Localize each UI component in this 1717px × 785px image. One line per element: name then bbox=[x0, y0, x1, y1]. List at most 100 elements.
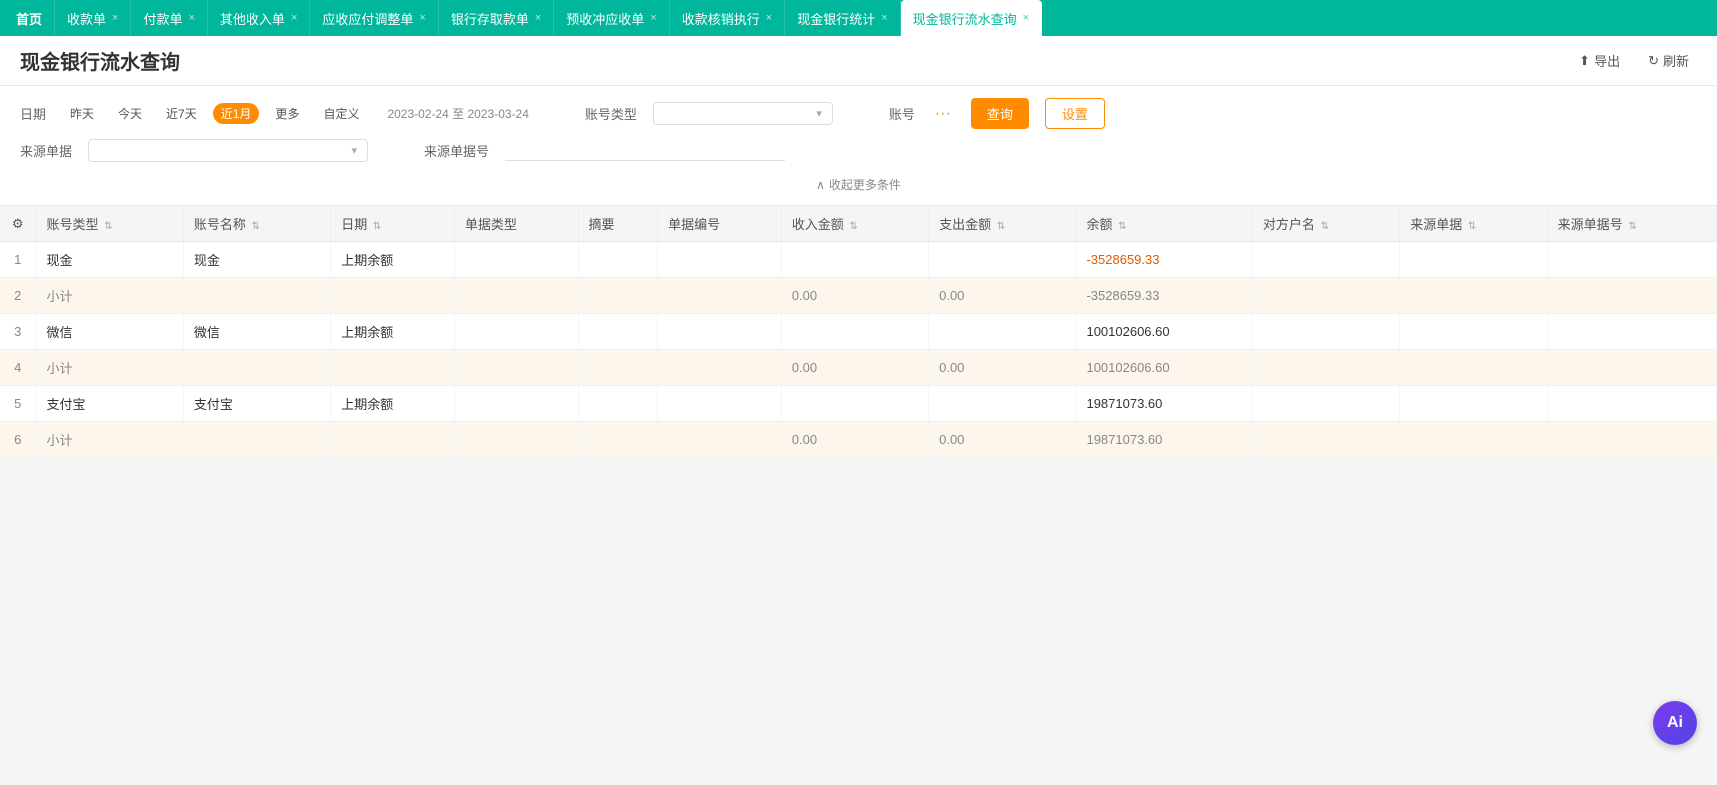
close-icon[interactable]: × bbox=[112, 12, 118, 24]
cell-source-doc-no bbox=[1547, 314, 1716, 350]
cell-account-name bbox=[183, 350, 330, 386]
row-num: 3 bbox=[0, 314, 36, 350]
ai-assistant-button[interactable]: Ai bbox=[1653, 701, 1697, 745]
nav-cash-stat[interactable]: 现金银行统计 × bbox=[785, 0, 900, 36]
date-custom[interactable]: 自定义 bbox=[315, 103, 367, 124]
nav-bank-deposit[interactable]: 银行存取款单 × bbox=[439, 0, 554, 36]
nav-payment[interactable]: 付款单 × bbox=[131, 0, 207, 36]
chevron-down-icon: ▾ bbox=[816, 107, 822, 120]
col-account-name[interactable]: 账号名称 ⇅ bbox=[183, 206, 330, 242]
cell-summary bbox=[578, 422, 658, 458]
cell-account-name: 现金 bbox=[183, 242, 330, 278]
nav-home[interactable]: 首页 bbox=[4, 0, 55, 36]
header-actions: ⬆ 导出 ↻ 刷新 bbox=[1571, 47, 1697, 74]
cell-expense: 0.00 bbox=[929, 422, 1076, 458]
cell-source-doc-no bbox=[1547, 350, 1716, 386]
date-7days[interactable]: 近7天 bbox=[158, 103, 205, 124]
cell-balance: -3528659.33 bbox=[1076, 278, 1252, 314]
date-1month[interactable]: 近1月 bbox=[213, 103, 260, 124]
cell-account-name: 微信 bbox=[183, 314, 330, 350]
source-doc-select[interactable]: ▾ bbox=[88, 139, 368, 162]
cell-counterpart bbox=[1252, 386, 1399, 422]
table-row: 2 小计 0.00 0.00 -3528659.33 bbox=[0, 278, 1717, 314]
close-icon[interactable]: × bbox=[881, 12, 887, 24]
cell-account-type: 支付宝 bbox=[36, 386, 183, 422]
cell-expense: 0.00 bbox=[929, 278, 1076, 314]
cell-expense bbox=[929, 314, 1076, 350]
cell-expense: 0.00 bbox=[929, 350, 1076, 386]
cell-expense bbox=[929, 386, 1076, 422]
nav-pre-receipt[interactable]: 预收冲应收单 × bbox=[554, 0, 669, 36]
cell-doc-no bbox=[658, 314, 782, 350]
account-type-select[interactable]: ▾ bbox=[653, 102, 833, 125]
nav-receipt[interactable]: 收款单 × bbox=[55, 0, 131, 36]
page-title: 现金银行流水查询 bbox=[20, 46, 180, 75]
cell-date bbox=[331, 350, 455, 386]
refresh-button[interactable]: ↻ 刷新 bbox=[1640, 47, 1697, 74]
export-button[interactable]: ⬆ 导出 bbox=[1571, 47, 1628, 74]
cell-source-doc bbox=[1400, 314, 1547, 350]
query-button[interactable]: 查询 bbox=[971, 98, 1029, 129]
cell-date: 上期余额 bbox=[331, 314, 455, 350]
cell-account-type: 小计 bbox=[36, 278, 183, 314]
col-doc-no: 单据编号 bbox=[658, 206, 782, 242]
cell-income bbox=[781, 242, 928, 278]
cell-source-doc bbox=[1400, 422, 1547, 458]
cell-doc-type bbox=[454, 386, 578, 422]
close-icon[interactable]: × bbox=[291, 12, 297, 24]
page-header: 现金银行流水查询 ⬆ 导出 ↻ 刷新 bbox=[0, 36, 1717, 86]
col-balance[interactable]: 余额 ⇅ bbox=[1076, 206, 1252, 242]
nav-cash-flow[interactable]: 现金银行流水查询 × bbox=[901, 0, 1042, 36]
cell-doc-type bbox=[454, 314, 578, 350]
close-icon[interactable]: × bbox=[766, 12, 772, 24]
source-doc-num-input[interactable] bbox=[505, 141, 785, 161]
cell-counterpart bbox=[1252, 422, 1399, 458]
date-yesterday[interactable]: 昨天 bbox=[62, 103, 102, 124]
cell-date bbox=[331, 278, 455, 314]
settings-button[interactable]: 设置 bbox=[1045, 98, 1105, 129]
cell-income: 0.00 bbox=[781, 278, 928, 314]
cell-income: 0.00 bbox=[781, 422, 928, 458]
cell-date bbox=[331, 422, 455, 458]
cell-account-name: 支付宝 bbox=[183, 386, 330, 422]
col-counterpart[interactable]: 对方户名 ⇅ bbox=[1252, 206, 1399, 242]
cell-source-doc bbox=[1400, 350, 1547, 386]
col-account-type[interactable]: 账号类型 ⇅ bbox=[36, 206, 183, 242]
close-icon[interactable]: × bbox=[1023, 12, 1029, 24]
cell-account-type: 小计 bbox=[36, 350, 183, 386]
col-source-doc[interactable]: 来源单据 ⇅ bbox=[1400, 206, 1547, 242]
close-icon[interactable]: × bbox=[535, 12, 541, 24]
collapse-bar[interactable]: ∧ 收起更多条件 bbox=[20, 172, 1697, 193]
cell-counterpart bbox=[1252, 242, 1399, 278]
col-income[interactable]: 收入金额 ⇅ bbox=[781, 206, 928, 242]
account-dots-button[interactable]: ··· bbox=[931, 105, 955, 123]
date-range: 2023-02-24 至 2023-03-24 bbox=[387, 105, 528, 122]
cell-counterpart bbox=[1252, 314, 1399, 350]
date-more[interactable]: 更多 bbox=[267, 103, 307, 124]
close-icon[interactable]: × bbox=[188, 12, 194, 24]
nav-ar-ap-adjust[interactable]: 应收应付调整单 × bbox=[310, 0, 438, 36]
filter-row-2: 来源单据 ▾ 来源单据号 bbox=[20, 139, 1697, 162]
source-doc-num-label: 来源单据号 bbox=[424, 141, 489, 160]
col-source-doc-no[interactable]: 来源单据号 ⇅ bbox=[1547, 206, 1716, 242]
col-expense[interactable]: 支出金额 ⇅ bbox=[929, 206, 1076, 242]
nav-receipt-verify[interactable]: 收款核销执行 × bbox=[670, 0, 785, 36]
cell-account-type: 微信 bbox=[36, 314, 183, 350]
cell-doc-no bbox=[658, 242, 782, 278]
cell-income bbox=[781, 314, 928, 350]
nav-other-income[interactable]: 其他收入单 × bbox=[208, 0, 310, 36]
cell-doc-no bbox=[658, 422, 782, 458]
export-icon: ⬆ bbox=[1579, 53, 1590, 69]
cell-source-doc-no bbox=[1547, 422, 1716, 458]
refresh-icon: ↻ bbox=[1648, 53, 1659, 69]
col-date[interactable]: 日期 ⇅ bbox=[331, 206, 455, 242]
cell-doc-type bbox=[454, 278, 578, 314]
col-settings[interactable]: ⚙ bbox=[0, 206, 36, 242]
close-icon[interactable]: × bbox=[419, 12, 425, 24]
cell-date: 上期余额 bbox=[331, 386, 455, 422]
filter-area: 日期 昨天 今天 近7天 近1月 更多 自定义 2023-02-24 至 202… bbox=[0, 86, 1717, 206]
close-icon[interactable]: × bbox=[650, 12, 656, 24]
date-today[interactable]: 今天 bbox=[110, 103, 150, 124]
cell-counterpart bbox=[1252, 350, 1399, 386]
cell-source-doc bbox=[1400, 278, 1547, 314]
